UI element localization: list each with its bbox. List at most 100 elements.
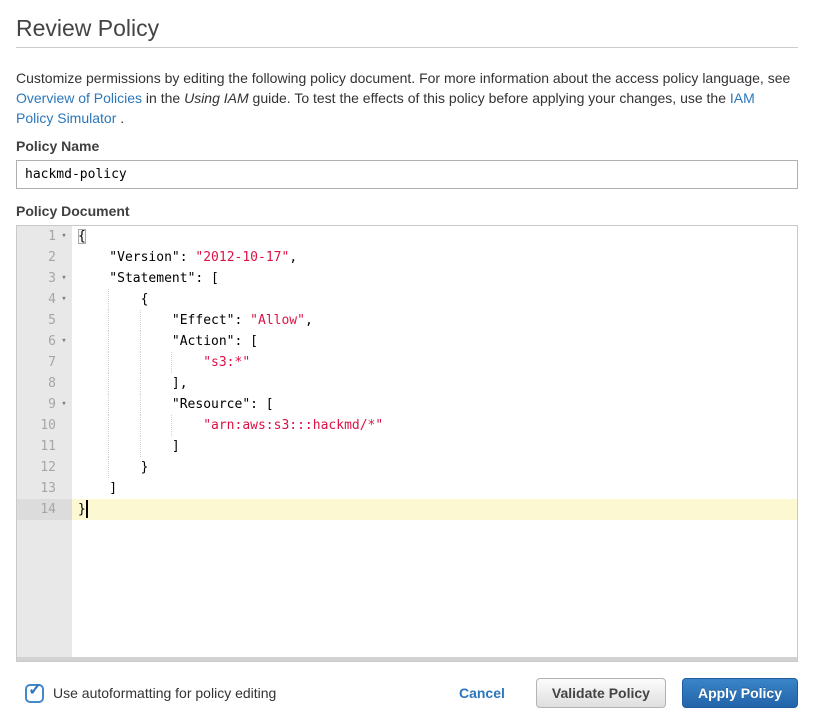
- code-string-token: "s3:*": [203, 355, 250, 370]
- editor-code[interactable]: { "Version": "2012-10-17", "Statement": [ {…: [72, 226, 797, 661]
- policy-document-label: Policy Document: [16, 203, 798, 219]
- code-line[interactable]: "arn:aws:s3:::hackmd/*": [72, 415, 797, 436]
- indent-guide: [78, 436, 109, 457]
- code-line[interactable]: "Version": "2012-10-17",: [72, 247, 797, 268]
- code-line[interactable]: ]: [72, 478, 797, 499]
- apply-policy-button[interactable]: Apply Policy: [682, 678, 798, 708]
- code-string-token: "Allow": [250, 313, 305, 328]
- indent-space: [78, 268, 109, 289]
- fold-arrow-icon[interactable]: ▾: [56, 226, 72, 247]
- description-text: in the: [142, 90, 184, 106]
- code-string-token: "arn:aws:s3:::hackmd/*": [203, 418, 383, 433]
- indent-guide: [78, 352, 109, 373]
- code-token: ]: [109, 481, 117, 496]
- autoformat-checkbox[interactable]: ✓: [25, 684, 44, 703]
- code-line[interactable]: }: [72, 457, 797, 478]
- gutter-line-number: 11: [17, 436, 72, 457]
- code-token: "Effect":: [172, 313, 250, 328]
- line-number: 7: [48, 355, 56, 370]
- code-line[interactable]: "Resource": [: [72, 394, 797, 415]
- code-line[interactable]: "Action": [: [72, 331, 797, 352]
- action-buttons: Cancel Validate Policy Apply Policy: [459, 678, 798, 708]
- code-token: ]: [172, 439, 180, 454]
- gutter-line-number: 14: [17, 499, 72, 520]
- indent-space: [141, 373, 172, 394]
- line-number: 4: [48, 292, 56, 307]
- indent-space: [172, 352, 203, 373]
- code-token: ,: [289, 250, 297, 265]
- gutter-line-number: 8: [17, 373, 72, 394]
- code-line[interactable]: ],: [72, 373, 797, 394]
- code-token: "Statement": [: [109, 271, 219, 286]
- indent-guide: [78, 331, 109, 352]
- indent-space: [109, 289, 140, 310]
- line-number: 9: [48, 397, 56, 412]
- code-line[interactable]: ]: [72, 436, 797, 457]
- line-number: 2: [48, 250, 56, 265]
- page-title: Review Policy: [16, 15, 798, 48]
- indent-space: [141, 331, 172, 352]
- line-number: 3: [48, 271, 56, 286]
- description-text: Customize permissions by editing the fol…: [16, 70, 790, 86]
- indent-space: [109, 457, 140, 478]
- gutter-line-number: 4▾: [17, 289, 72, 310]
- code-line[interactable]: {: [72, 289, 797, 310]
- indent-space: [141, 436, 172, 457]
- indent-space: [141, 394, 172, 415]
- line-number: 10: [40, 418, 56, 433]
- fold-arrow-icon[interactable]: ▾: [56, 268, 72, 289]
- indent-guide: [141, 352, 172, 373]
- line-number: 14: [40, 502, 56, 517]
- code-token: }: [78, 502, 86, 517]
- gutter-line-number: 3▾: [17, 268, 72, 289]
- policy-name-label: Policy Name: [16, 138, 798, 154]
- fold-arrow-icon[interactable]: ▾: [56, 331, 72, 352]
- code-token: "Resource": [: [172, 397, 274, 412]
- editor-horizontal-scrollbar[interactable]: [17, 657, 797, 661]
- indent-guide: [109, 394, 140, 415]
- policy-document-editor[interactable]: 1▾23▾4▾56▾789▾1011121314 {"Version": "20…: [16, 225, 798, 662]
- gutter-line-number: 7: [17, 352, 72, 373]
- indent-guide: [78, 310, 109, 331]
- code-line[interactable]: "Effect": "Allow",: [72, 310, 797, 331]
- gutter-line-number: 2: [17, 247, 72, 268]
- code-line[interactable]: "s3:*": [72, 352, 797, 373]
- line-number: 6: [48, 334, 56, 349]
- code-token: "Action": [: [172, 334, 258, 349]
- fold-arrow-icon[interactable]: ▾: [56, 394, 72, 415]
- indent-guide: [78, 457, 109, 478]
- indent-space: [172, 415, 203, 436]
- code-token: {: [78, 229, 86, 244]
- code-line[interactable]: "Statement": [: [72, 268, 797, 289]
- gutter-line-number: 5: [17, 310, 72, 331]
- indent-space: [78, 478, 109, 499]
- line-number: 13: [40, 481, 56, 496]
- check-icon: ✓: [28, 680, 42, 700]
- fold-arrow-icon[interactable]: ▾: [56, 289, 72, 310]
- code-token: ,: [305, 313, 313, 328]
- gutter-line-number: 10: [17, 415, 72, 436]
- gutter-line-number: 13: [17, 478, 72, 499]
- indent-guide: [109, 310, 140, 331]
- editor-gutter: 1▾23▾4▾56▾789▾1011121314: [17, 226, 72, 661]
- validate-policy-button[interactable]: Validate Policy: [536, 678, 666, 708]
- indent-space: [141, 310, 172, 331]
- policy-name-input[interactable]: [16, 160, 798, 189]
- line-number: 1: [48, 229, 56, 244]
- text-cursor: [86, 500, 88, 518]
- description-text: .: [116, 110, 124, 126]
- indent-guide: [78, 394, 109, 415]
- gutter-line-number: 1▾: [17, 226, 72, 247]
- gutter-line-number: 12: [17, 457, 72, 478]
- code-token: ],: [172, 376, 188, 391]
- indent-space: [78, 247, 109, 268]
- indent-guide: [109, 373, 140, 394]
- code-line[interactable]: }: [72, 499, 797, 520]
- cancel-button[interactable]: Cancel: [459, 685, 505, 701]
- link-overview-of-policies[interactable]: Overview of Policies: [16, 90, 142, 106]
- indent-guide: [141, 415, 172, 436]
- code-line[interactable]: {: [72, 226, 797, 247]
- code-token: "Version":: [109, 250, 195, 265]
- indent-guide: [109, 331, 140, 352]
- indent-guide: [78, 373, 109, 394]
